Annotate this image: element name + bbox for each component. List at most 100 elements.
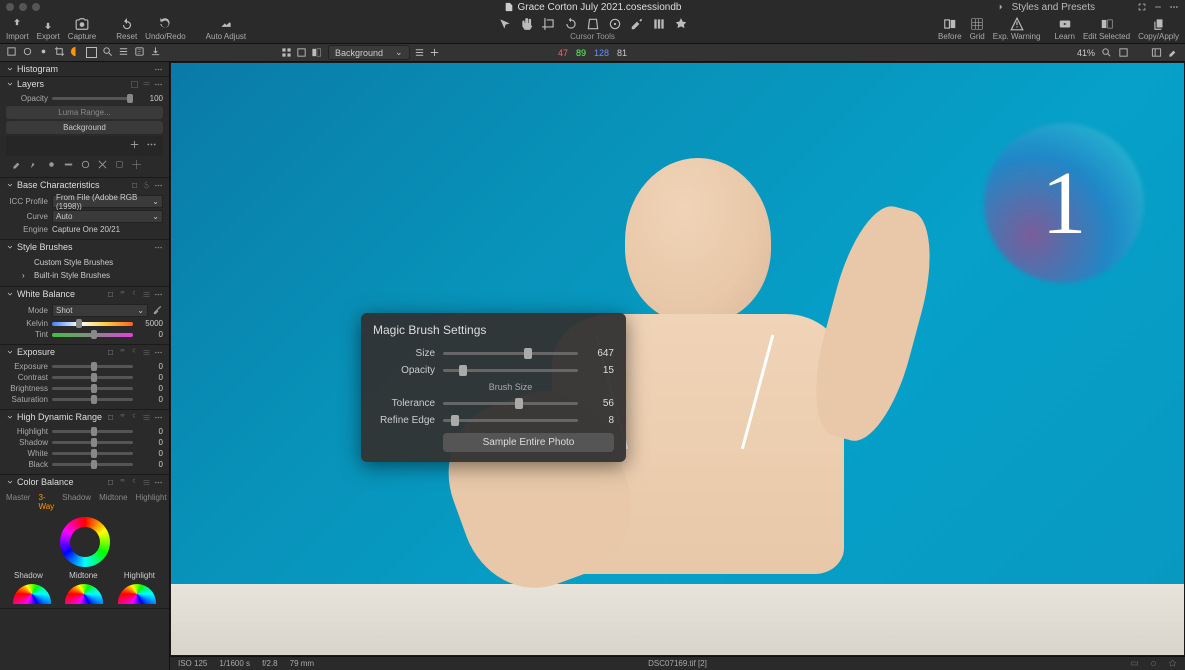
fit-icon[interactable] xyxy=(1118,47,1129,58)
exposure-2-slider[interactable] xyxy=(52,387,133,390)
pointer-tool-icon[interactable] xyxy=(498,17,512,31)
image-canvas[interactable]: 1 Magic Brush Settings Size 647 Opacity … xyxy=(171,63,1184,655)
layers-b-icon[interactable] xyxy=(142,80,151,89)
brush-c-icon[interactable] xyxy=(46,159,57,170)
cb-tab-midtone[interactable]: Midtone xyxy=(99,493,127,511)
output-tab-icon[interactable] xyxy=(150,46,161,60)
learn-button[interactable]: Learn xyxy=(1054,17,1074,41)
paste-icon[interactable] xyxy=(118,348,127,357)
cb-tab-master[interactable]: Master xyxy=(6,493,30,511)
view-grid-icon[interactable] xyxy=(281,47,292,58)
capture-button[interactable]: Capture xyxy=(68,17,96,41)
magic-brush-tool-icon[interactable] xyxy=(630,17,644,31)
cb-tab-3-way[interactable]: 3-Way xyxy=(38,493,54,511)
icc-select[interactable]: From File (Adobe RGB (1998))⌄ xyxy=(52,195,163,208)
tint-slider[interactable] xyxy=(52,333,133,337)
copy-icon[interactable] xyxy=(106,348,115,357)
wb-mode-select[interactable]: Shot⌄ xyxy=(52,304,148,317)
layer-selector[interactable]: Background ⌄ xyxy=(328,45,410,60)
autoadjust-button[interactable]: Auto Adjust xyxy=(206,17,246,41)
brush-opacity-slider[interactable] xyxy=(443,369,578,372)
adjust-tab-icon[interactable] xyxy=(70,46,81,60)
preset-icon[interactable] xyxy=(142,413,151,422)
library-tab-icon[interactable] xyxy=(6,46,17,60)
more-icon[interactable] xyxy=(1169,2,1179,12)
tolerance-slider[interactable] xyxy=(443,402,578,405)
panel-toggle-icon[interactable] xyxy=(1151,47,1162,58)
hdr-3-slider[interactable] xyxy=(52,463,133,466)
fullscreen-icon[interactable] xyxy=(1137,2,1147,12)
zoom-level[interactable]: 41% xyxy=(1077,48,1095,58)
capture-tab-icon[interactable] xyxy=(22,46,33,60)
color-wheel-shadow[interactable] xyxy=(13,584,51,604)
brush-size-slider[interactable] xyxy=(443,352,578,355)
color-wheel-mid-small[interactable] xyxy=(65,584,103,604)
brush-d-icon[interactable] xyxy=(63,159,74,170)
window-controls[interactable] xyxy=(6,3,40,11)
paste-icon[interactable] xyxy=(118,478,127,487)
refine-edge-slider[interactable] xyxy=(443,419,578,422)
builtin-style-brushes[interactable]: ›Built-in Style Brushes xyxy=(6,269,163,282)
view-split-icon[interactable] xyxy=(311,47,322,58)
cb-tab-highlight[interactable]: Highlight xyxy=(136,493,167,511)
luma-range-button[interactable]: Luma Range... xyxy=(6,106,163,119)
copy-icon[interactable] xyxy=(106,290,115,299)
paste-icon[interactable] xyxy=(118,413,127,422)
lens-tab-icon[interactable] xyxy=(38,46,49,60)
paste-icon[interactable] xyxy=(118,290,127,299)
status-rating-icon[interactable] xyxy=(1130,659,1139,668)
styles-tab-icon[interactable] xyxy=(118,46,129,60)
status-star-icon[interactable] xyxy=(1168,659,1177,668)
hand-tool-icon[interactable] xyxy=(520,17,534,31)
crop-tab-icon[interactable] xyxy=(54,46,65,60)
preset-icon[interactable] xyxy=(142,478,151,487)
exp-warning-button[interactable]: Exp. Warning xyxy=(993,17,1041,41)
before-button[interactable]: Before xyxy=(938,17,962,41)
curve-select[interactable]: Auto⌄ xyxy=(52,210,163,223)
copy-apply-button[interactable]: Copy/Apply xyxy=(1138,17,1179,41)
layer-opacity-slider[interactable] xyxy=(52,97,133,100)
view-single-icon[interactable] xyxy=(296,47,307,58)
color-wheel-midtone[interactable] xyxy=(60,517,110,567)
metadata-tab-icon[interactable] xyxy=(134,46,145,60)
grid-button[interactable]: Grid xyxy=(970,17,985,41)
base-char-panel-header[interactable]: Base Characteristics xyxy=(0,178,169,192)
preset-icon[interactable] xyxy=(142,348,151,357)
zoom-icon[interactable] xyxy=(1101,47,1112,58)
exposure-1-slider[interactable] xyxy=(52,376,133,379)
edit-selected-button[interactable]: Edit Selected xyxy=(1083,17,1130,41)
custom-style-brushes[interactable]: Custom Style Brushes xyxy=(6,256,163,269)
crop-tool-icon[interactable] xyxy=(542,17,556,31)
white-balance-panel-header[interactable]: White Balance xyxy=(0,287,169,301)
more-icon[interactable] xyxy=(146,139,157,150)
exposure-panel-header[interactable]: Exposure xyxy=(0,345,169,359)
reset-icon[interactable] xyxy=(130,348,139,357)
more-icon[interactable] xyxy=(154,290,163,299)
color-tab-icon[interactable] xyxy=(86,47,97,58)
undoredo-button[interactable]: Undo/Redo xyxy=(145,17,185,41)
exposure-3-slider[interactable] xyxy=(52,398,133,401)
heal-tool-icon[interactable] xyxy=(674,17,688,31)
import-button[interactable]: Import xyxy=(6,17,29,41)
hdr-1-slider[interactable] xyxy=(52,441,133,444)
layer-add-icon[interactable] xyxy=(429,47,440,58)
more-icon[interactable] xyxy=(154,80,163,89)
brush-b-icon[interactable] xyxy=(29,159,40,170)
more-icon[interactable] xyxy=(154,413,163,422)
styles-presets-label[interactable]: Styles and Presets xyxy=(1012,2,1095,13)
preset-icon[interactable] xyxy=(142,290,151,299)
more-icon[interactable] xyxy=(154,243,163,252)
export-button[interactable]: Export xyxy=(37,17,60,41)
brush-g-icon[interactable] xyxy=(114,159,125,170)
brush-e-icon[interactable] xyxy=(80,159,91,170)
layer-background[interactable]: Background xyxy=(6,121,163,134)
copy-icon[interactable] xyxy=(106,413,115,422)
layers-a-icon[interactable] xyxy=(130,80,139,89)
reset-icon[interactable] xyxy=(130,478,139,487)
brush-a-icon[interactable] xyxy=(12,159,23,170)
color-wheel-highlight[interactable] xyxy=(118,584,156,604)
histogram-panel-header[interactable]: Histogram xyxy=(0,62,169,76)
status-tag-icon[interactable] xyxy=(1149,659,1158,668)
pen-icon[interactable] xyxy=(1168,47,1179,58)
eyedropper-icon[interactable] xyxy=(152,305,163,316)
